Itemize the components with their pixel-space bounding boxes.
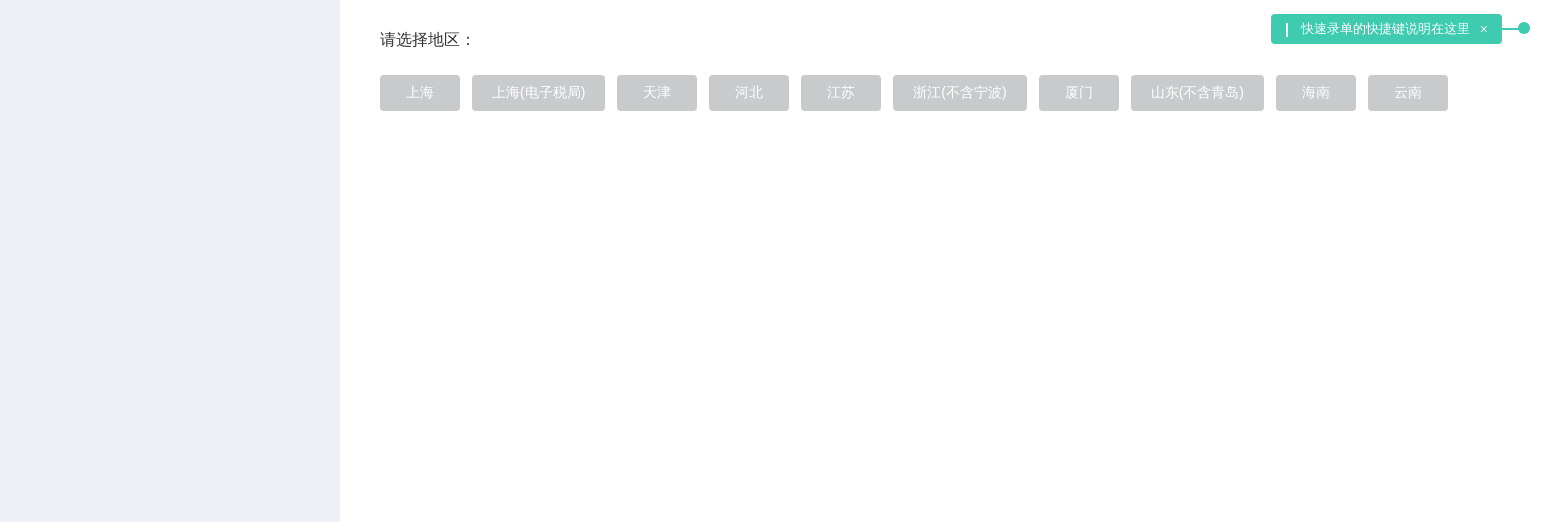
tooltip-close-button[interactable]: × <box>1480 21 1488 37</box>
region-button-shanghai[interactable]: 上海 <box>380 75 460 111</box>
main-content: 请选择地区： 上海上海(电子税局)天津河北江苏浙江(不含宁波)厦门山东(不含青岛… <box>340 0 1562 522</box>
tooltip-text: 快速录单的快捷键说明在这里 <box>1301 20 1470 38</box>
region-button-hainan[interactable]: 海南 <box>1276 75 1356 111</box>
region-button-shanghai-etax[interactable]: 上海(电子税局) <box>472 75 605 111</box>
region-buttons-container: 上海上海(电子税局) 天津河北江苏浙江(不含宁波) 厦门山东(不含青岛) 海南云南 <box>380 75 1522 111</box>
tooltip-connector-dot <box>1518 22 1530 34</box>
region-button-tianjin[interactable]: 天津 <box>617 75 697 111</box>
region-button-zhejiang[interactable]: 浙江(不含宁波) <box>893 75 1026 111</box>
region-button-jiangsu[interactable]: 江苏 <box>801 75 881 111</box>
sidebar <box>0 0 340 522</box>
tooltip-banner: 快速录单的快捷键说明在这里 × <box>1271 14 1502 44</box>
region-button-yunnan[interactable]: 云南 <box>1368 75 1448 111</box>
region-button-xiamen[interactable]: 厦门 <box>1039 75 1119 111</box>
region-button-hebei[interactable]: 河北 <box>709 75 789 111</box>
region-button-shandong[interactable]: 山东(不含青岛) <box>1131 75 1264 111</box>
